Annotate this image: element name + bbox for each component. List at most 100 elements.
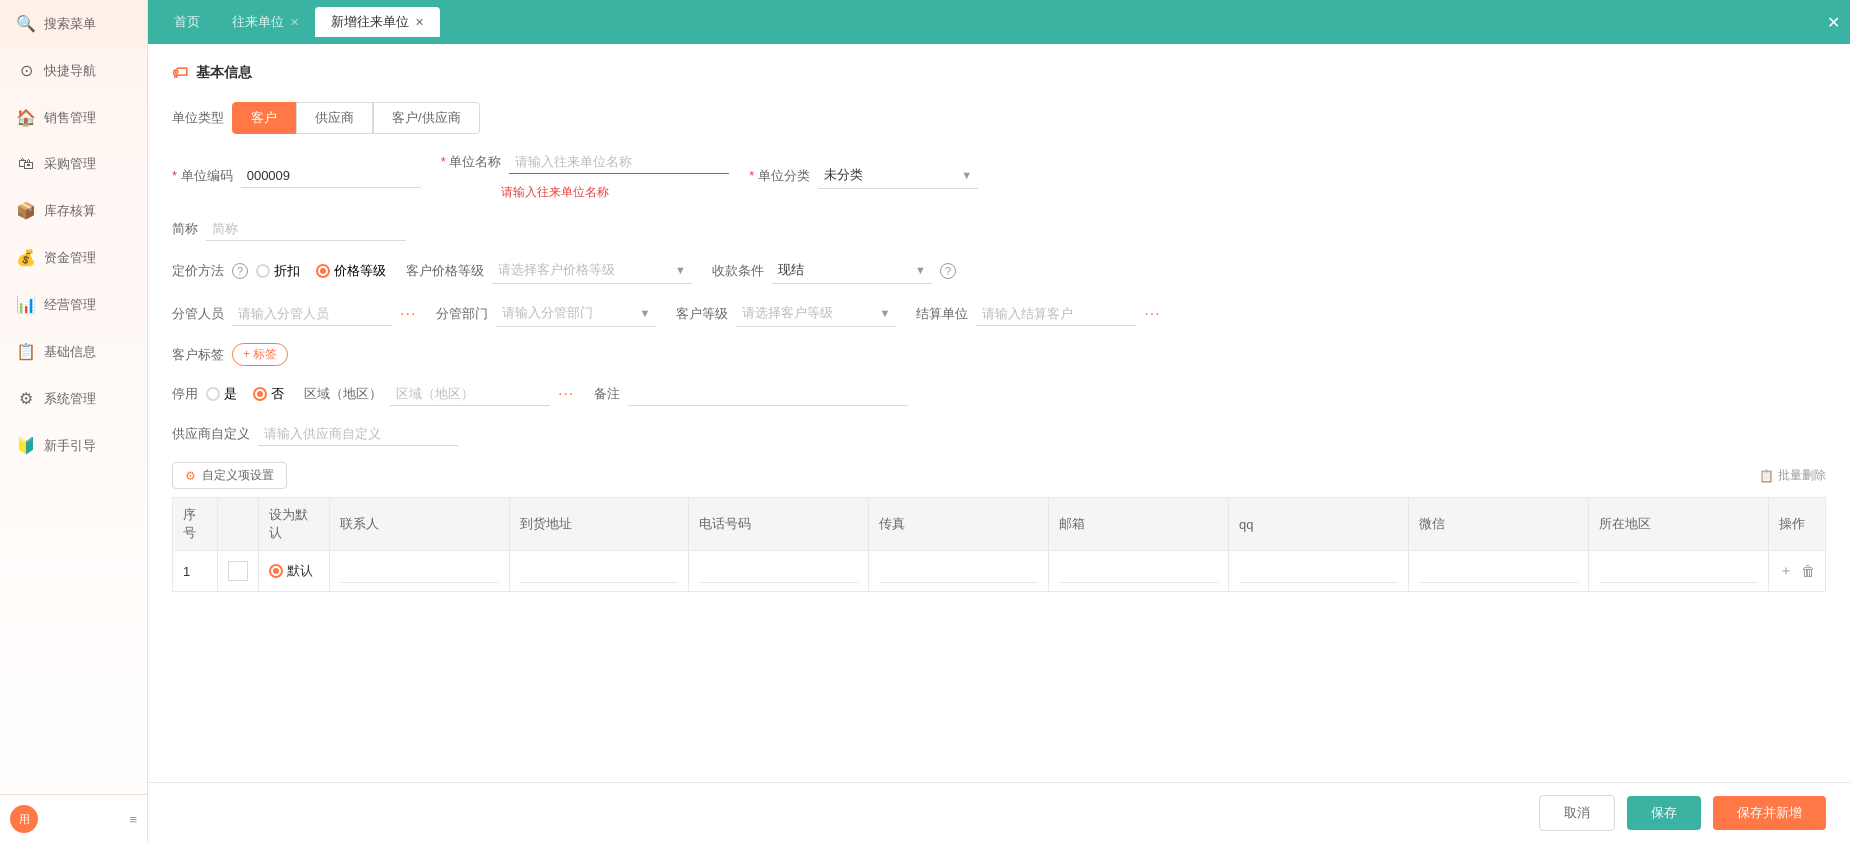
custom-settings-button[interactable]: ⚙ 自定义项设置 [172,462,287,489]
manager-dots[interactable]: ··· [400,305,416,323]
default-radio-circle [269,564,283,578]
type-btn-customer[interactable]: 客户 [232,102,296,134]
add-row-btn[interactable]: ＋ [1779,562,1793,580]
sidebar-item-operations[interactable]: 📊 经营管理 [0,281,147,328]
settlement-input[interactable] [976,302,1136,326]
department-group: 分管部门 请输入分管部门 ▼ [436,300,656,327]
save-button[interactable]: 保存 [1627,796,1701,830]
tab-partners[interactable]: 往来单位 ✕ [216,7,315,37]
col-contact: 联系人 [329,498,509,551]
tab-new-partner[interactable]: 新增往来单位 ✕ [315,7,440,37]
row-region[interactable] [1589,551,1769,592]
row-qq[interactable] [1229,551,1409,592]
radio-yes[interactable]: 是 [206,385,237,403]
sidebar-item-finance[interactable]: 💰 资金管理 [0,234,147,281]
sidebar-item-basic[interactable]: 📋 基础信息 [0,328,147,375]
pricing-label: 定价方法 [172,262,224,280]
tab-new-partner-close[interactable]: ✕ [415,16,424,29]
cancel-button[interactable]: 取消 [1539,795,1615,831]
no-radio [253,387,267,401]
sidebar-item-search[interactable]: 🔍 搜索菜单 [0,0,147,47]
row-wechat[interactable] [1409,551,1589,592]
row-action-buttons: ＋ 🗑 [1779,562,1815,580]
sidebar-item-purchase[interactable]: 🛍 采购管理 [0,141,147,187]
batch-delete-btn[interactable]: 📋 批量删除 [1759,467,1826,484]
radio-discount[interactable]: 折扣 [256,262,300,280]
pricing-help-icon[interactable]: ? [232,263,248,279]
address-input[interactable] [520,559,679,583]
manager-input[interactable] [232,302,392,326]
phone-input[interactable] [699,559,858,583]
type-btn-supplier[interactable]: 供应商 [296,102,373,134]
sidebar-item-sales[interactable]: 🏠 销售管理 [0,94,147,141]
row-email[interactable] [1049,551,1229,592]
qq-input[interactable] [1239,559,1398,583]
unit-name-group: 单位名称 请输入往来单位名称 [441,150,730,201]
row-address[interactable] [509,551,689,592]
tab-home[interactable]: 首页 [158,7,216,37]
department-select[interactable]: 请输入分管部门 ▼ [496,300,656,327]
remark-input[interactable] [628,382,908,406]
row-fax[interactable] [869,551,1049,592]
sidebar-item-label: 系统管理 [44,390,96,408]
no-label: 否 [271,385,284,403]
payment-condition-value: 现结 [778,261,804,279]
supplier-custom-input[interactable] [258,422,458,446]
settlement-dots[interactable]: ··· [1144,305,1160,323]
contact-input[interactable] [340,559,499,583]
manager-group: 分管人员 ··· [172,302,416,326]
add-tag-button[interactable]: + 标签 [232,343,288,366]
payment-condition-select[interactable]: 现结 ▼ [772,257,932,284]
col-wechat: 微信 [1409,498,1589,551]
email-input[interactable] [1059,559,1218,583]
radio-price-level[interactable]: 价格等级 [316,262,386,280]
row-checkbox-cell[interactable] [218,551,259,592]
sidebar-item-quick-nav[interactable]: ⊙ 快捷导航 [0,47,147,94]
region-dots[interactable]: ··· [558,385,574,403]
dept-arrow: ▼ [639,307,650,319]
delete-row-btn[interactable]: 🗑 [1801,563,1815,579]
sidebar-item-guide[interactable]: 🔰 新手引导 [0,422,147,469]
manager-label: 分管人员 [172,305,224,323]
customer-price-select[interactable]: 请选择客户价格等级 ▼ [492,257,692,284]
tab-partners-close[interactable]: ✕ [290,16,299,29]
customer-level-select[interactable]: 请选择客户等级 ▼ [736,300,896,327]
row-default-radio[interactable]: 默认 [269,562,318,580]
disabled-radio-group: 是 否 [206,385,284,403]
save-new-button[interactable]: 保存并新增 [1713,796,1826,830]
supplier-custom-row: 供应商自定义 [172,422,1826,446]
unit-name-input[interactable] [509,150,729,174]
sidebar-item-system[interactable]: ⚙ 系统管理 [0,375,147,422]
payment-condition-group: 收款条件 现结 ▼ ? [712,257,956,284]
region-input[interactable] [390,382,550,406]
unit-category-select[interactable]: 未分类 ▼ [818,162,978,189]
finance-icon: 💰 [16,248,36,267]
yes-radio [206,387,220,401]
radio-no[interactable]: 否 [253,385,284,403]
discount-label: 折扣 [274,262,300,280]
sales-icon: 🏠 [16,108,36,127]
sidebar-item-label: 基础信息 [44,343,96,361]
price-level-label: 价格等级 [334,262,386,280]
sidebar-item-label: 库存核算 [44,202,96,220]
customer-level-group: 客户等级 请选择客户等级 ▼ [676,300,896,327]
department-placeholder: 请输入分管部门 [502,304,593,322]
close-all-tabs[interactable]: ✕ [1827,13,1840,32]
customer-price-arrow: ▼ [675,264,686,276]
row-phone[interactable] [689,551,869,592]
unit-type-row: 单位类型 客户 供应商 客户/供应商 [172,102,1826,134]
short-name-input[interactable] [206,217,406,241]
region-row-input[interactable] [1599,559,1758,583]
wechat-input[interactable] [1419,559,1578,583]
row-checkbox[interactable] [228,561,248,581]
sidebar-item-inventory[interactable]: 📦 库存核算 [0,187,147,234]
unit-code-input[interactable] [241,164,421,188]
sidebar-expand-icon: ≡ [129,812,137,827]
col-qq: qq [1229,498,1409,551]
row-contact[interactable] [329,551,509,592]
short-name-group: 简称 [172,217,406,241]
fax-input[interactable] [879,559,1038,583]
col-address: 到货地址 [509,498,689,551]
payment-help-icon[interactable]: ? [940,263,956,279]
type-btn-both[interactable]: 客户/供应商 [373,102,480,134]
